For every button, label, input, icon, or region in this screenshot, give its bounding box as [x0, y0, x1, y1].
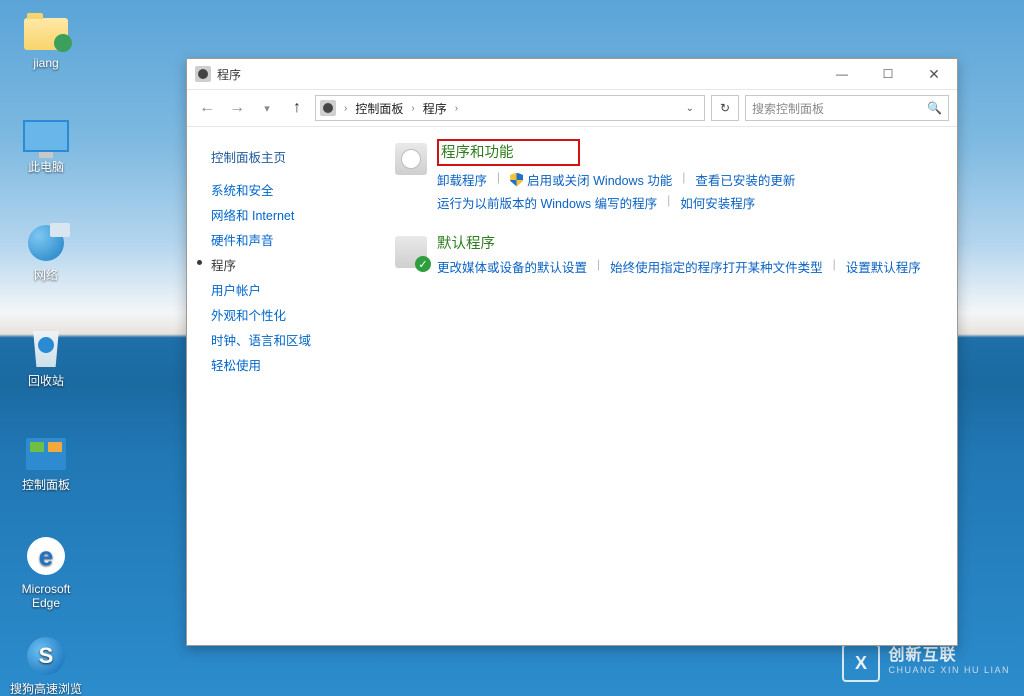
sidebar-item-hardware-sound[interactable]: 硬件和声音: [211, 230, 387, 249]
content-area: 程序和功能 卸载程序 | 启用或关闭 Windows 功能 | 查看已安装的更新: [387, 127, 957, 645]
section-links: 更改媒体或设备的默认设置 | 始终使用指定的程序打开某种文件类型 | 设置默认程…: [437, 257, 941, 276]
section-programs-and-features: 程序和功能 卸载程序 | 启用或关闭 Windows 功能 | 查看已安装的更新: [395, 139, 941, 212]
search-placeholder: 搜索控制面板: [752, 100, 824, 117]
sidebar-item-appearance[interactable]: 外观和个性化: [211, 305, 387, 324]
folder-icon: [24, 18, 68, 50]
watermark: X 创新互联 CHUANG XIN HU LIAN: [842, 644, 1010, 682]
sidebar-item-ease-of-access[interactable]: 轻松使用: [211, 355, 387, 374]
shield-icon: [510, 173, 523, 187]
link-file-type-defaults[interactable]: 始终使用指定的程序打开某种文件类型: [610, 257, 823, 276]
address-dropdown-icon[interactable]: ⌄: [680, 103, 700, 114]
address-bar[interactable]: › 控制面板 › 程序 › ⌄: [315, 95, 705, 121]
watermark-brand: 创新互联: [888, 649, 1010, 663]
sidebar-item-network-internet[interactable]: 网络和 Internet: [211, 205, 387, 224]
link-divider: |: [667, 193, 670, 212]
desktop-icon-label: 控制面板: [8, 478, 84, 492]
link-how-to-install[interactable]: 如何安装程序: [680, 193, 755, 212]
link-divider: |: [833, 257, 836, 276]
desktop-icon-label: 此电脑: [8, 160, 84, 174]
control-panel-window: 程序 — ☐ ✕ ← → ▾ ↑ › 控制面板 › 程序 › ⌄: [186, 58, 958, 646]
breadcrumb-sep-icon: ›: [411, 103, 414, 114]
desktop-icon-user-folder[interactable]: jiang: [8, 12, 84, 70]
desktop-icon-sogou[interactable]: S 搜狗高速浏览: [8, 638, 84, 696]
link-divider: |: [682, 170, 685, 189]
maximize-button[interactable]: ☐: [865, 59, 911, 89]
link-view-updates[interactable]: 查看已安装的更新: [695, 170, 795, 189]
breadcrumb-item[interactable]: 控制面板: [355, 100, 403, 117]
link-windows-features[interactable]: 启用或关闭 Windows 功能: [510, 170, 672, 189]
watermark-sub: CHUANG XIN HU LIAN: [888, 663, 1010, 677]
titlebar[interactable]: 程序 — ☐ ✕: [187, 59, 957, 89]
close-button[interactable]: ✕: [911, 59, 957, 89]
section-title-programs-and-features[interactable]: 程序和功能: [437, 139, 580, 166]
sidebar-item-programs[interactable]: 程序: [211, 255, 387, 274]
sidebar-home[interactable]: 控制面板主页: [211, 147, 387, 166]
window-app-icon: [195, 66, 211, 82]
desktop-icon-network[interactable]: 网络: [8, 224, 84, 282]
link-divider: |: [597, 257, 600, 276]
back-button[interactable]: ←: [195, 96, 219, 120]
link-uninstall-program[interactable]: 卸载程序: [437, 170, 487, 189]
desktop-icon-label: 搜狗高速浏览: [8, 682, 84, 696]
window-title: 程序: [217, 66, 241, 83]
link-label: 启用或关闭 Windows 功能: [527, 170, 672, 189]
computer-icon: [22, 116, 70, 156]
desktop-icon-edge[interactable]: e Microsoft Edge: [8, 538, 84, 610]
desktop-icon-label: Edge: [8, 596, 84, 610]
watermark-logo-icon: X: [842, 644, 880, 682]
desktop-icon-label: 回收站: [8, 374, 84, 388]
search-input[interactable]: 搜索控制面板 🔍: [745, 95, 949, 121]
section-links: 卸载程序 | 启用或关闭 Windows 功能 | 查看已安装的更新 运行为以前…: [437, 170, 941, 212]
desktop-icon-label: jiang: [8, 56, 84, 70]
programs-and-features-icon: [395, 143, 427, 175]
network-icon: [22, 224, 70, 264]
default-programs-icon: [395, 236, 427, 268]
desktop-icon-control-panel[interactable]: 控制面板: [8, 434, 84, 492]
edge-icon: e: [22, 538, 70, 578]
desktop-background: jiang 此电脑 网络 回收站 控制面板 e Microsoft Edge S…: [0, 0, 1024, 696]
desktop-icon-this-pc[interactable]: 此电脑: [8, 116, 84, 174]
navigation-bar: ← → ▾ ↑ › 控制面板 › 程序 › ⌄ ↻ 搜索控制面板 🔍: [187, 89, 957, 127]
section-title-default-programs[interactable]: 默认程序: [437, 232, 495, 253]
desktop-icon-recycle-bin[interactable]: 回收站: [8, 330, 84, 388]
minimize-button[interactable]: —: [819, 59, 865, 89]
sidebar-item-clock-language[interactable]: 时钟、语言和区域: [211, 330, 387, 349]
sidebar-item-system-security[interactable]: 系统和安全: [211, 180, 387, 199]
control-panel-icon: [22, 434, 70, 474]
address-bar-icon: [320, 100, 336, 116]
link-change-media-defaults[interactable]: 更改媒体或设备的默认设置: [437, 257, 587, 276]
refresh-button[interactable]: ↻: [711, 95, 739, 121]
sogou-icon: S: [22, 638, 70, 678]
link-divider: |: [497, 170, 500, 189]
link-run-old-programs[interactable]: 运行为以前版本的 Windows 编写的程序: [437, 193, 657, 212]
link-set-default-programs[interactable]: 设置默认程序: [846, 257, 921, 276]
sidebar-item-user-accounts[interactable]: 用户帐户: [211, 280, 387, 299]
desktop-icon-label: Microsoft: [8, 582, 84, 596]
breadcrumb-sep-icon: ›: [455, 103, 458, 114]
recent-locations-button[interactable]: ▾: [255, 96, 279, 120]
breadcrumb-sep-icon: ›: [344, 103, 347, 114]
recycle-bin-icon: [22, 330, 70, 370]
forward-button[interactable]: →: [225, 96, 249, 120]
desktop-icon-label: 网络: [8, 268, 84, 282]
up-button[interactable]: ↑: [285, 96, 309, 120]
section-default-programs: 默认程序 更改媒体或设备的默认设置 | 始终使用指定的程序打开某种文件类型 | …: [395, 232, 941, 276]
breadcrumb-item[interactable]: 程序: [423, 100, 447, 117]
sidebar: 控制面板主页 系统和安全 网络和 Internet 硬件和声音 程序 用户帐户 …: [187, 127, 387, 645]
search-icon: 🔍: [927, 101, 942, 115]
